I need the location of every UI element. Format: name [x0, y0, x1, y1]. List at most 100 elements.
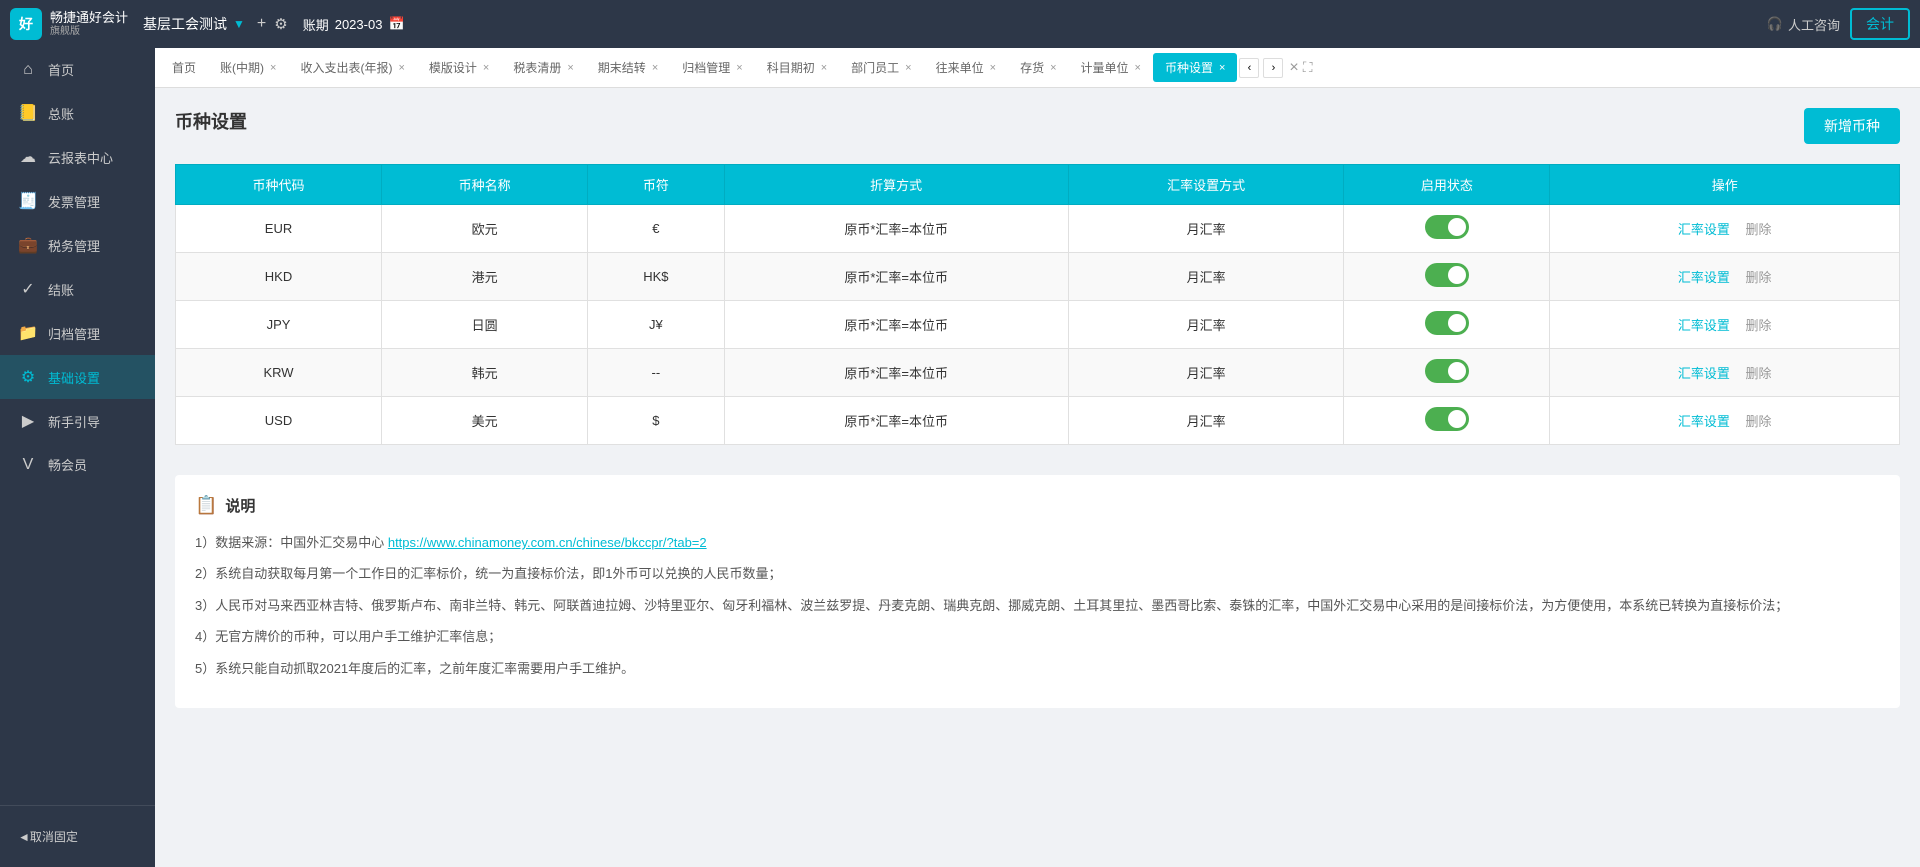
tab-subject[interactable]: 科目期初 ×	[755, 53, 839, 82]
sidebar-item-invoice[interactable]: 🧾 发票管理	[0, 179, 155, 223]
calendar-icon[interactable]: 📅	[388, 16, 404, 32]
tab-income-close[interactable]: ×	[398, 62, 404, 74]
note-list: 1）数据来源：中国外汇交易中心 https://www.chinamoney.c…	[195, 531, 1880, 680]
tab-expand-btn[interactable]: ⛶	[1303, 59, 1313, 76]
tab-currency-close[interactable]: ×	[1219, 62, 1225, 74]
rate-setting-link-3[interactable]: 汇率设置	[1678, 366, 1730, 381]
tab-period-end-close[interactable]: ×	[652, 62, 658, 74]
sidebar-label-basic: 基础设置	[48, 368, 100, 387]
unpin-btn[interactable]: ◄取消固定	[0, 816, 155, 857]
toggle-2[interactable]	[1425, 311, 1469, 335]
tab-template[interactable]: 模版设计 ×	[417, 53, 501, 82]
sidebar-label-ledger: 总账	[48, 104, 74, 123]
sidebar-item-reports[interactable]: ☁ 云报表中心	[0, 135, 155, 179]
toggle-1[interactable]	[1425, 263, 1469, 287]
tab-archive-label: 归档管理	[682, 59, 730, 76]
customer-service-label: 人工咨询	[1788, 15, 1840, 34]
add-icon[interactable]: +	[257, 15, 266, 33]
tab-subject-label: 科目期初	[767, 59, 815, 76]
note-link[interactable]: https://www.chinamoney.com.cn/chinese/bk…	[388, 535, 707, 550]
sidebar-label-archive: 归档管理	[48, 324, 100, 343]
tab-unit-close[interactable]: ×	[1135, 62, 1141, 74]
top-actions: + ⚙	[257, 15, 288, 33]
toggle-3[interactable]	[1425, 359, 1469, 383]
invoice-icon: 🧾	[18, 191, 38, 211]
tab-inventory-close[interactable]: ×	[1050, 62, 1056, 74]
tab-archive-close[interactable]: ×	[736, 62, 742, 74]
tab-template-close[interactable]: ×	[483, 62, 489, 74]
sidebar-item-guide[interactable]: ▶ 新手引导	[0, 399, 155, 443]
tab-vendor-label: 往来单位	[936, 59, 984, 76]
tab-inventory-label: 存货	[1020, 59, 1044, 76]
tab-home-label: 首页	[172, 59, 196, 76]
tab-inventory[interactable]: 存货 ×	[1008, 53, 1068, 82]
top-right: 🎧 人工咨询 会计	[1767, 8, 1910, 40]
guide-icon: ▶	[18, 411, 38, 431]
rate-setting-link-2[interactable]: 汇率设置	[1678, 318, 1730, 333]
tab-currency-label: 币种设置	[1165, 59, 1213, 76]
tab-vendor-close[interactable]: ×	[990, 62, 996, 74]
cell-status-2	[1344, 301, 1550, 349]
company-selector[interactable]: 基层工会测试 ▼	[143, 14, 245, 34]
cell-code-3: KRW	[176, 349, 382, 397]
cell-actions-0: 汇率设置 删除	[1550, 205, 1900, 253]
tab-dept-close[interactable]: ×	[905, 62, 911, 74]
sidebar-item-settle[interactable]: ✓ 结账	[0, 267, 155, 311]
cell-status-4	[1344, 397, 1550, 445]
sidebar-item-home[interactable]: ⌂ 首页	[0, 48, 155, 91]
sidebar-item-basic[interactable]: ⚙ 基础设置	[0, 355, 155, 399]
table-row: USD 美元 $ 原币*汇率=本位币 月汇率 汇率设置 删除	[176, 397, 1900, 445]
th-calc: 折算方式	[724, 165, 1068, 205]
settings-icon[interactable]: ⚙	[274, 15, 287, 33]
logo-text: 畅捷通好会计 旗舰版	[50, 10, 128, 38]
tab-vendor[interactable]: 往来单位 ×	[924, 53, 1008, 82]
tab-next-btn[interactable]: ›	[1263, 58, 1283, 78]
account-button[interactable]: 会计	[1850, 8, 1910, 40]
rate-setting-link-4[interactable]: 汇率设置	[1678, 414, 1730, 429]
delete-link-1[interactable]: 删除	[1746, 270, 1772, 285]
sidebar-item-member[interactable]: V 畅会员	[0, 443, 155, 486]
th-code: 币种代码	[176, 165, 382, 205]
member-icon: V	[18, 456, 38, 474]
tab-income[interactable]: 收入支出表(年报) ×	[288, 53, 416, 82]
new-currency-btn[interactable]: 新增币种	[1804, 108, 1900, 144]
tab-close-all-btn[interactable]: ×	[1289, 59, 1298, 77]
delete-link-0[interactable]: 删除	[1746, 222, 1772, 237]
unpin-label: ◄取消固定	[18, 828, 78, 845]
page-title: 币种设置	[175, 108, 247, 134]
tab-unit[interactable]: 计量单位 ×	[1069, 53, 1153, 82]
delete-link-3[interactable]: 删除	[1746, 366, 1772, 381]
cell-actions-3: 汇率设置 删除	[1550, 349, 1900, 397]
tab-archive[interactable]: 归档管理 ×	[670, 53, 754, 82]
period-info: 账期 2023-03 📅	[303, 15, 405, 34]
tab-subject-close[interactable]: ×	[821, 62, 827, 74]
sidebar-item-ledger[interactable]: 📒 总账	[0, 91, 155, 135]
tab-home[interactable]: 首页	[160, 53, 208, 82]
tab-bar: 首页 账(中期) × 收入支出表(年报) × 模版设计 × 税表清册 ×	[155, 48, 1920, 88]
cell-name-2: 日圆	[382, 301, 588, 349]
customer-service-btn[interactable]: 🎧 人工咨询	[1767, 15, 1840, 34]
cell-symbol-0: €	[588, 205, 724, 253]
tab-prev-btn[interactable]: ‹	[1239, 58, 1259, 78]
tab-period-end[interactable]: 期末结转 ×	[586, 53, 670, 82]
sidebar-item-tax[interactable]: 💼 税务管理	[0, 223, 155, 267]
delete-link-2[interactable]: 删除	[1746, 318, 1772, 333]
cell-symbol-4: $	[588, 397, 724, 445]
page-content: 币种设置 新增币种 币种代码 币种名称 币符 折算方式 汇率设置方式 启	[155, 88, 1920, 867]
sidebar-item-archive[interactable]: 📁 归档管理	[0, 311, 155, 355]
rate-setting-link-1[interactable]: 汇率设置	[1678, 270, 1730, 285]
toggle-0[interactable]	[1425, 215, 1469, 239]
cell-calc-1: 原币*汇率=本位币	[724, 253, 1068, 301]
tab-tax-close[interactable]: ×	[567, 62, 573, 74]
tab-tax[interactable]: 税表清册 ×	[501, 53, 585, 82]
tab-dept[interactable]: 部门员工 ×	[839, 53, 923, 82]
rate-setting-link-0[interactable]: 汇率设置	[1678, 222, 1730, 237]
tab-currency[interactable]: 币种设置 ×	[1153, 53, 1237, 82]
toggle-4[interactable]	[1425, 407, 1469, 431]
tab-period[interactable]: 账(中期) ×	[208, 53, 288, 82]
tab-period-close[interactable]: ×	[270, 62, 276, 74]
th-name: 币种名称	[382, 165, 588, 205]
delete-link-4[interactable]: 删除	[1746, 414, 1772, 429]
logo-main-text: 畅捷通好会计	[50, 10, 128, 26]
cell-calc-0: 原币*汇率=本位币	[724, 205, 1068, 253]
